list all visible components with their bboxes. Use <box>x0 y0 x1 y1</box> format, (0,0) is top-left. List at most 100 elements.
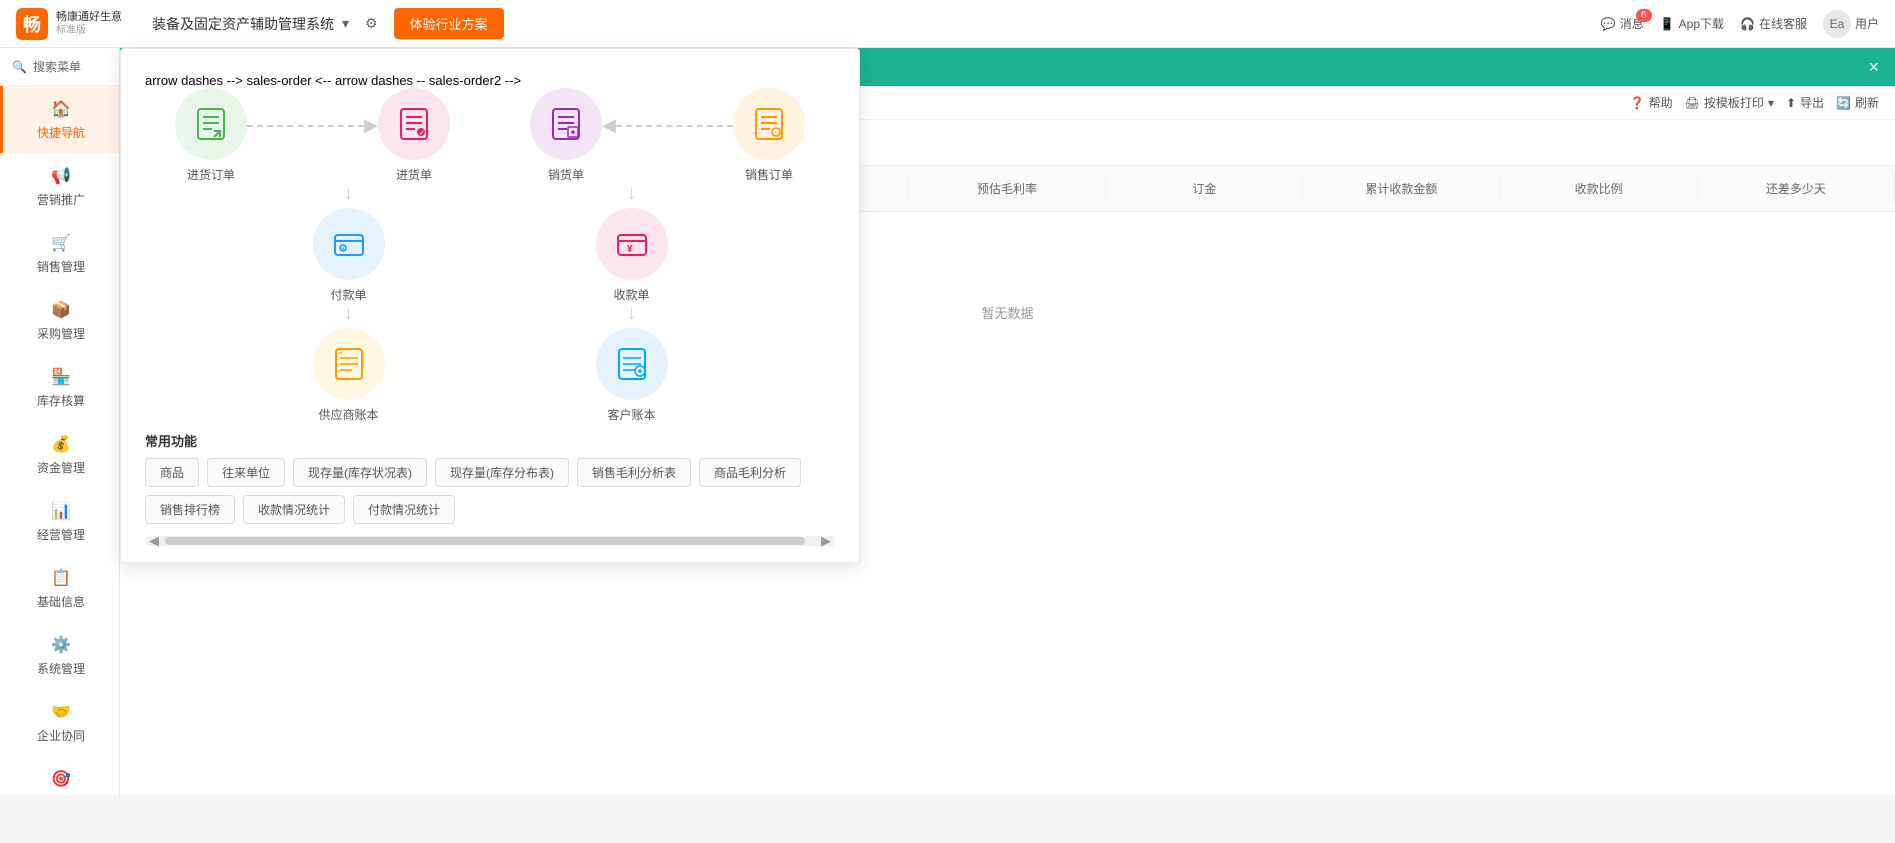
sidebar-item-purchase[interactable]: 📦 采购管理 <box>0 287 119 354</box>
wf-label-receipt: 收款单 <box>613 286 649 303</box>
cf-btn-payment-stats[interactable]: 付款情况统计 <box>353 495 455 524</box>
sidebar-item-quick-nav[interactable]: 🏠 快捷导航 <box>0 86 119 153</box>
wf-circle-purchase-receipt: ✓ <box>378 88 450 160</box>
sidebar-item-finance[interactable]: 💰 资金管理 <box>0 421 119 488</box>
sidebar-item-sales[interactable]: 🛒 销售管理 <box>0 220 119 287</box>
wf-node-payment[interactable]: ¥ 付款单 <box>313 208 385 303</box>
settings-icon[interactable]: ⚙ <box>365 15 378 32</box>
workflow-row1: 进货订单 ▶ ✓ <box>145 88 835 183</box>
avatar: Ea <box>1823 10 1851 38</box>
wf-label-purchase-receipt: 进货单 <box>396 166 432 183</box>
workflow-section: arrow dashes --> sales-order <-- arrow d… <box>145 73 835 423</box>
customer-ledger-icon <box>613 345 651 383</box>
svg-text:✓: ✓ <box>419 130 425 137</box>
scroll-thumb[interactable] <box>165 537 805 545</box>
common-functions-section: 常用功能 商品 往来单位 现存量(库存状况表) 现存量(库存分布表) 销售毛利分… <box>145 431 835 524</box>
logo-area: 畅 畅康通好生意 标准版 <box>16 8 136 40</box>
app-download-item[interactable]: 📱 App下载 <box>1660 15 1724 32</box>
sales-icon: 🛒 <box>50 232 72 254</box>
cf-title: 常用功能 <box>145 431 835 450</box>
system-dropdown-icon[interactable]: ▾ <box>342 15 349 32</box>
payment-icon: ¥ <box>330 225 368 263</box>
online-service-item[interactable]: 🎧 在线客服 <box>1740 15 1807 32</box>
cf-btn-goods[interactable]: 商品 <box>145 458 199 487</box>
wf-circle-receipt: ¥ <box>596 208 668 280</box>
workflow-arrows-row2: ↓ ↓ <box>145 183 835 204</box>
cf-btn-sales-ranking[interactable]: 销售排行榜 <box>145 495 235 524</box>
wf-node-receipt[interactable]: ¥ 收款单 <box>596 208 668 303</box>
wf-circle-supplier-ledger: ≡ <box>313 328 385 400</box>
receipt-icon: ¥ <box>613 225 651 263</box>
sidebar-item-system[interactable]: ⚙️ 系统管理 <box>0 622 119 689</box>
wf-label-customer-ledger: 客户账本 <box>607 406 655 423</box>
finance-icon: 💰 <box>50 433 72 455</box>
wf-circle-purchase-order <box>175 88 247 160</box>
enterprise-icon: 🤝 <box>50 701 72 723</box>
header-right: 💬 消息 6 📱 App下载 🎧 在线客服 Ea 用户 <box>1601 10 1879 38</box>
sidebar-item-operations[interactable]: 📊 经营管理 <box>0 488 119 555</box>
trial-button[interactable]: 体验行业方案 <box>394 8 504 39</box>
cf-btn-partners[interactable]: 往来单位 <box>207 458 285 487</box>
scroll-left-arrow[interactable]: ◀ <box>145 533 163 549</box>
wf-node-purchase-order[interactable]: 进货订单 <box>175 88 247 183</box>
cf-btn-goods-profit[interactable]: 商品毛利分析 <box>699 458 801 487</box>
sidebar-item-enterprise[interactable]: 🤝 企业协同 <box>0 689 119 756</box>
sidebar-item-marketing[interactable]: 📢 营销推广 <box>0 153 119 220</box>
supplier-ledger-icon: ≡ <box>330 345 368 383</box>
cf-btn-inventory-dist[interactable]: 现存量(库存分布表) <box>435 458 569 487</box>
popup-overlay: arrow dashes --> sales-order <-- arrow d… <box>120 48 1895 795</box>
sidebar-search[interactable]: 🔍 搜索菜单 <box>0 48 119 86</box>
arrow-so2-to-so: ◀ <box>602 115 733 156</box>
message-badge: 6 <box>1636 9 1652 22</box>
system-title-text: 装备及固定资产辅助管理系统 <box>152 14 334 34</box>
phone-icon: 📱 <box>1660 17 1675 31</box>
svg-text:≡: ≡ <box>338 348 343 357</box>
scroll-right-arrow[interactable]: ▶ <box>817 533 835 549</box>
workflow-arrows-row4: ↓ ↓ <box>145 303 835 324</box>
marketing-icon: 📢 <box>50 165 72 187</box>
system-title-area: 装备及固定资产辅助管理系统 ▾ ⚙ 体验行业方案 <box>152 8 1601 39</box>
sidebar-item-beginner[interactable]: 🎯 新手引导 <box>0 756 119 795</box>
message-icon: 💬 <box>1601 17 1616 31</box>
top-header: 畅 畅康通好生意 标准版 装备及固定资产辅助管理系统 ▾ ⚙ 体验行业方案 💬 … <box>0 0 1895 48</box>
inventory-icon: 🏪 <box>50 366 72 388</box>
wf-label-sales-order: 销货单 <box>548 166 584 183</box>
search-icon: 🔍 <box>12 60 27 74</box>
wf-node-sales-order2[interactable]: ⋯ 销售订单 <box>733 88 805 183</box>
cf-btn-sales-profit[interactable]: 销售毛利分析表 <box>577 458 691 487</box>
operations-icon: 📊 <box>50 500 72 522</box>
cf-btn-receipt-stats[interactable]: 收款情况统计 <box>243 495 345 524</box>
cf-btn-inventory-status[interactable]: 现存量(库存状况表) <box>293 458 427 487</box>
wf-circle-payment: ¥ <box>313 208 385 280</box>
wf-node-supplier-ledger[interactable]: ≡ 供应商账本 <box>313 328 385 423</box>
cf-buttons-row1: 商品 往来单位 现存量(库存状况表) 现存量(库存分布表) 销售毛利分析表 商品… <box>145 458 835 487</box>
logo-icon: 畅 <box>16 8 48 40</box>
popup-scrollbar[interactable]: ◀ ▶ <box>145 536 835 546</box>
wf-node-sales-order[interactable]: 销货单 <box>530 88 602 183</box>
sales-order-icon <box>547 105 585 143</box>
beginner-icon: 🎯 <box>50 768 72 790</box>
wf-circle-customer-ledger <box>596 328 668 400</box>
svg-text:⋯: ⋯ <box>774 128 782 137</box>
arrow-po-to-pr: ▶ <box>247 115 378 156</box>
workflow-row5: ≡ 供应商账本 <box>145 328 835 423</box>
cf-buttons-row2: 销售排行榜 收款情况统计 付款情况统计 <box>145 495 835 524</box>
purchase-order-icon <box>192 105 230 143</box>
svg-text:¥: ¥ <box>627 244 633 255</box>
basic-info-icon: 📋 <box>50 567 72 589</box>
wf-label-sales-order2: 销售订单 <box>745 166 793 183</box>
message-icon-item[interactable]: 💬 消息 6 <box>1601 15 1644 32</box>
sidebar-item-basic-info[interactable]: 📋 基础信息 <box>0 555 119 622</box>
wf-node-purchase-receipt[interactable]: ✓ 进货单 <box>378 88 450 183</box>
headset-icon: 🎧 <box>1740 17 1755 31</box>
sales-order2-icon: ⋯ <box>750 105 788 143</box>
wf-circle-sales-order2: ⋯ <box>733 88 805 160</box>
user-avatar-item[interactable]: Ea 用户 <box>1823 10 1879 38</box>
logo-text: 畅康通好生意 标准版 <box>56 10 122 37</box>
popup-box: arrow dashes --> sales-order <-- arrow d… <box>120 48 860 563</box>
sidebar-item-inventory[interactable]: 🏪 库存核算 <box>0 354 119 421</box>
workflow-row3: ¥ 付款单 ¥ 收款单 <box>145 208 835 303</box>
wf-label-supplier-ledger: 供应商账本 <box>318 406 378 423</box>
wf-circle-sales-order <box>530 88 602 160</box>
wf-node-customer-ledger[interactable]: 客户账本 <box>596 328 668 423</box>
